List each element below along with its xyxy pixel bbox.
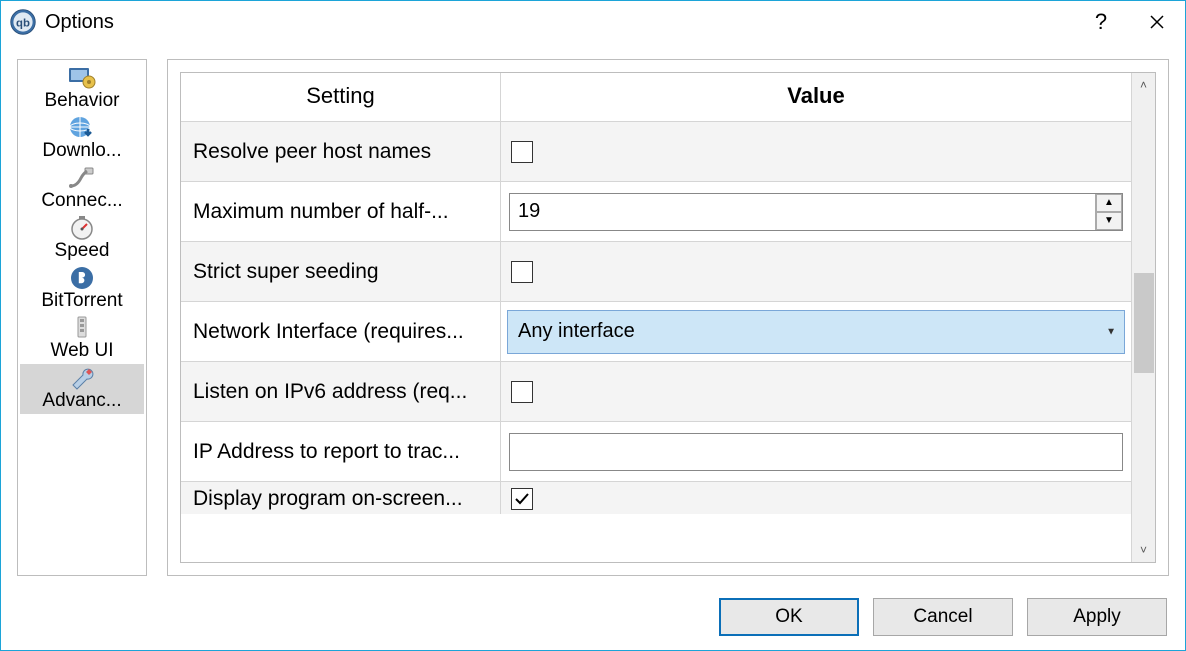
display-onscreen-checkbox[interactable] [511, 488, 533, 510]
stopwatch-icon [66, 214, 98, 242]
max-half-open-spinner[interactable]: 19 ▲ ▼ [509, 193, 1123, 231]
sidebar-item-label: Web UI [50, 340, 113, 362]
close-button[interactable] [1129, 1, 1185, 43]
sidebar-item-connection[interactable]: Connec... [20, 164, 144, 214]
setting-label: Network Interface (requires... [181, 302, 501, 361]
sidebar-item-label: Downlo... [42, 140, 121, 162]
plug-icon [66, 164, 98, 192]
sidebar-item-label: Connec... [41, 190, 122, 212]
spinner-value[interactable]: 19 [510, 196, 1095, 227]
resolve-peer-hostnames-checkbox[interactable] [511, 141, 533, 163]
dialog-buttons: OK Cancel Apply [1, 586, 1185, 650]
chevron-down-icon: ▼ [1106, 326, 1116, 337]
dropdown-value: Any interface [518, 320, 635, 343]
setting-label: IP Address to report to trac... [181, 422, 501, 481]
sidebar-item-behavior[interactable]: Behavior [20, 64, 144, 114]
dialog-body: Behavior Downlo... Connec... Speed [1, 43, 1185, 586]
titlebar: qb Options ? [1, 1, 1185, 43]
setting-row: Network Interface (requires... Any inter… [181, 302, 1131, 362]
settings-grid: Setting Value Resolve peer host names Ma… [180, 72, 1156, 563]
wrench-icon [66, 364, 98, 392]
sidebar-item-advanced[interactable]: Advanc... [20, 364, 144, 414]
spinner-up-icon[interactable]: ▲ [1096, 194, 1122, 212]
window-title: Options [45, 11, 114, 34]
column-header-value[interactable]: Value [501, 73, 1131, 121]
svg-text:qb: qb [16, 17, 30, 29]
scrollbar-thumb[interactable] [1134, 273, 1154, 373]
setting-label: Maximum number of half-... [181, 182, 501, 241]
network-interface-dropdown[interactable]: Any interface ▼ [507, 310, 1125, 354]
bittorrent-icon [66, 264, 98, 292]
ok-button[interactable]: OK [719, 598, 859, 636]
sidebar-item-label: Advanc... [42, 390, 121, 412]
setting-label: Strict super seeding [181, 242, 501, 301]
scroll-down-icon[interactable]: ˅ [1132, 538, 1155, 562]
apply-button[interactable]: Apply [1027, 598, 1167, 636]
setting-row: Strict super seeding [181, 242, 1131, 302]
help-button[interactable]: ? [1073, 1, 1129, 43]
setting-label: Listen on IPv6 address (req... [181, 362, 501, 421]
sidebar-item-label: Behavior [45, 90, 120, 112]
ip-report-input[interactable] [509, 433, 1123, 471]
vertical-scrollbar[interactable]: ˄ ˅ [1131, 73, 1155, 562]
sidebar-item-label: BitTorrent [41, 290, 122, 312]
cancel-button[interactable]: Cancel [873, 598, 1013, 636]
setting-row: Display program on-screen... [181, 482, 1131, 514]
gear-monitor-icon [66, 64, 98, 92]
sidebar-item-speed[interactable]: Speed [20, 214, 144, 264]
category-sidebar: Behavior Downlo... Connec... Speed [17, 59, 147, 576]
sidebar-item-bittorrent[interactable]: BitTorrent [20, 264, 144, 314]
spinner-down-icon[interactable]: ▼ [1096, 212, 1122, 230]
options-window: qb Options ? Behavior Downlo... [0, 0, 1186, 651]
sidebar-item-webui[interactable]: Web UI [20, 314, 144, 364]
setting-label: Display program on-screen... [181, 482, 501, 514]
globe-download-icon [66, 114, 98, 142]
setting-row: Listen on IPv6 address (req... [181, 362, 1131, 422]
column-header-setting[interactable]: Setting [181, 73, 501, 121]
setting-label: Resolve peer host names [181, 122, 501, 181]
server-icon [66, 314, 98, 342]
sidebar-item-label: Speed [55, 240, 110, 262]
listen-ipv6-checkbox[interactable] [511, 381, 533, 403]
settings-panel: Setting Value Resolve peer host names Ma… [167, 59, 1169, 576]
app-icon: qb [9, 8, 37, 36]
strict-super-seeding-checkbox[interactable] [511, 261, 533, 283]
setting-row: Maximum number of half-... 19 ▲ ▼ [181, 182, 1131, 242]
setting-row: IP Address to report to trac... [181, 422, 1131, 482]
setting-row: Resolve peer host names [181, 122, 1131, 182]
grid-header: Setting Value [181, 73, 1131, 122]
sidebar-item-downloads[interactable]: Downlo... [20, 114, 144, 164]
scroll-up-icon[interactable]: ˄ [1132, 73, 1155, 97]
